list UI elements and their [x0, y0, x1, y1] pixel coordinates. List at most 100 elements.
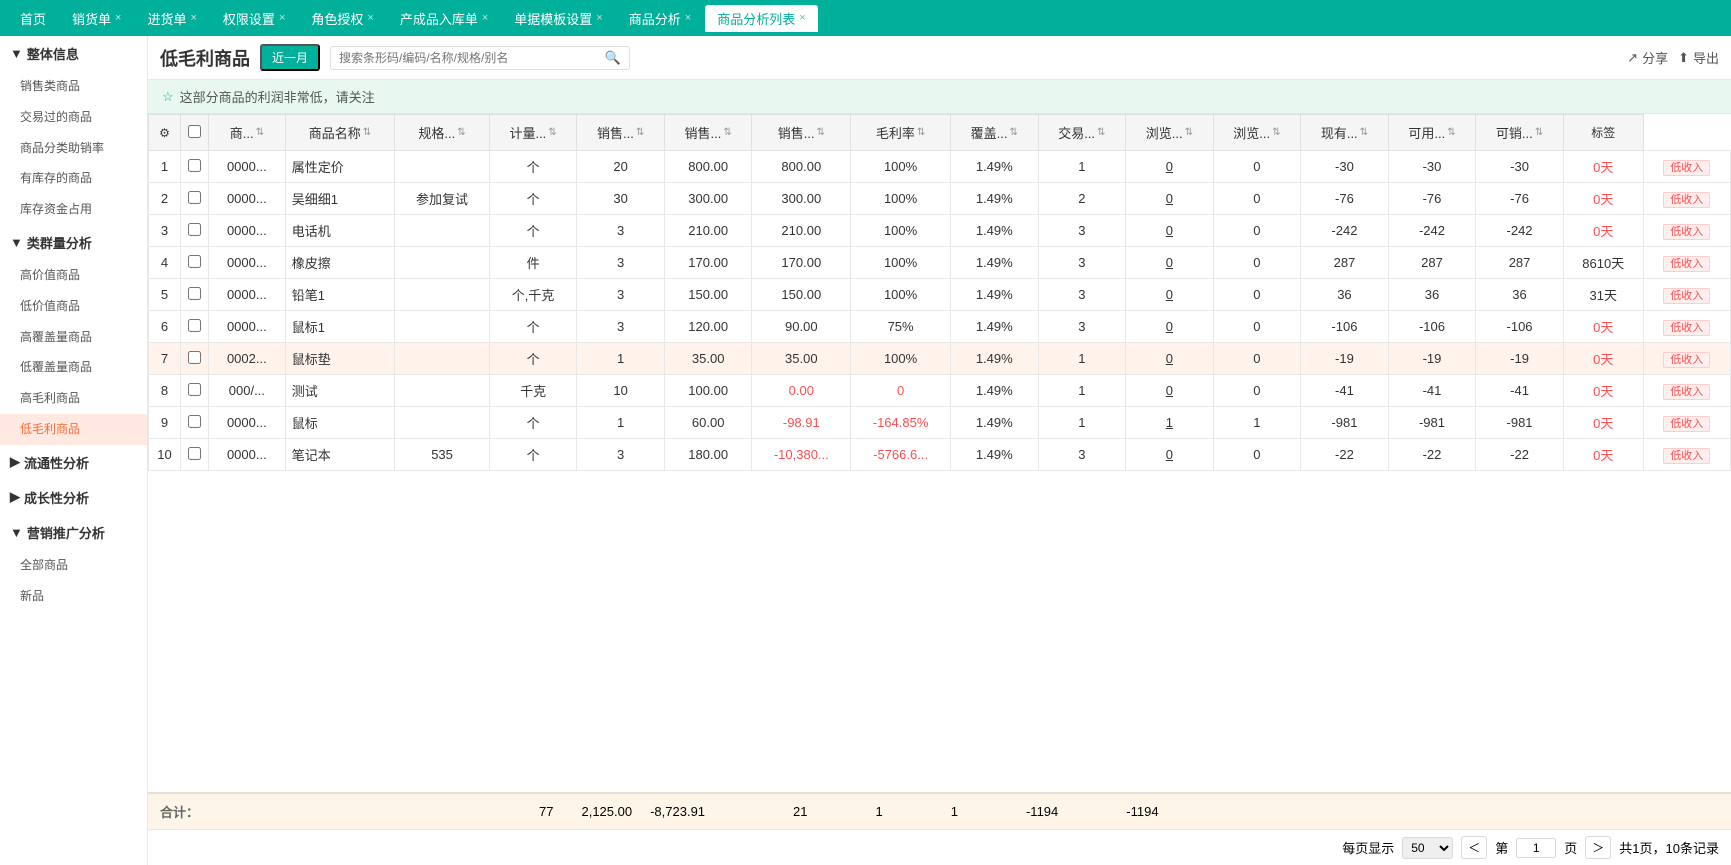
nav-close-analysis[interactable]: ×: [685, 12, 691, 24]
page-number-input[interactable]: [1516, 838, 1556, 858]
next-page-button[interactable]: ＞: [1585, 836, 1611, 859]
row-checkbox[interactable]: [181, 151, 209, 183]
per-page-select[interactable]: 50 100 200: [1402, 837, 1453, 859]
sidebar-item-low-coverage[interactable]: 低覆盖量商品: [0, 352, 147, 383]
nav-permission[interactable]: 权限设置 ×: [211, 5, 297, 32]
row-coverage: 3: [1038, 215, 1126, 247]
share-button[interactable]: ↗ 分享: [1627, 48, 1668, 67]
row-code: 0000...: [209, 151, 286, 183]
col-tag: 标签: [1563, 115, 1643, 151]
sidebar-item-high-margin[interactable]: 高毛利商品: [0, 383, 147, 414]
table-row: 4 0000... 橡皮擦 件 3 170.00 170.00 100% 1.4…: [149, 247, 1731, 279]
sidebar-item-stocked-goods[interactable]: 有库存的商品: [0, 163, 147, 194]
search-icon[interactable]: 🔍: [605, 50, 621, 66]
nav-product-in[interactable]: 产成品入库单 ×: [388, 5, 500, 32]
row-checkbox[interactable]: [181, 311, 209, 343]
row-tag: 低收入: [1643, 439, 1730, 471]
row-checkbox[interactable]: [181, 375, 209, 407]
footer-transaction: 1: [876, 804, 883, 819]
sidebar-item-high-value[interactable]: 高价值商品: [0, 260, 147, 291]
footer-saleable: -1194: [1126, 804, 1158, 819]
nav-role-auth[interactable]: 角色授权 ×: [299, 5, 385, 32]
row-available: -981: [1388, 407, 1476, 439]
row-available: -76: [1388, 183, 1476, 215]
nav-product-analysis-list[interactable]: 商品分析列表 ×: [705, 5, 817, 32]
footer-sales-amt: 2,125.00: [581, 804, 632, 819]
select-all-checkbox[interactable]: [188, 125, 201, 138]
row-name: 电话机: [285, 215, 395, 247]
row-transaction[interactable]: 1: [1126, 407, 1214, 439]
row-no: 10: [149, 439, 181, 471]
nav-close-permission[interactable]: ×: [279, 12, 285, 24]
export-button[interactable]: ⬆ 导出: [1678, 48, 1719, 67]
row-checkbox[interactable]: [181, 247, 209, 279]
sidebar-item-stock-capital[interactable]: 库存资金占用: [0, 194, 147, 225]
sidebar-item-low-margin[interactable]: 低毛利商品: [0, 414, 147, 445]
row-saleable: 36: [1476, 279, 1564, 311]
row-spec: [395, 407, 490, 439]
row-checkbox[interactable]: [181, 439, 209, 471]
row-transaction[interactable]: 0: [1126, 439, 1214, 471]
row-transaction[interactable]: 0: [1126, 183, 1214, 215]
row-name: 测试: [285, 375, 395, 407]
col-settings[interactable]: ⚙: [149, 115, 181, 151]
col-checkbox[interactable]: [181, 115, 209, 151]
row-days: 0天: [1563, 215, 1643, 247]
chevron-down-icon: ▼: [10, 46, 23, 61]
sidebar-group-marketing[interactable]: ▼ 营销推广分析: [0, 515, 147, 550]
page-title: 低毛利商品: [160, 45, 250, 71]
row-transaction[interactable]: 0: [1126, 343, 1214, 375]
nav-close-template[interactable]: ×: [596, 12, 602, 24]
nav-purchase-order[interactable]: 进货单 ×: [135, 5, 208, 32]
row-browse2: -22: [1301, 439, 1389, 471]
nav-close-analysis-list[interactable]: ×: [799, 12, 805, 24]
sidebar-group-liquidity[interactable]: ▶ 流通性分析: [0, 445, 147, 480]
row-browse1: 0: [1213, 279, 1301, 311]
row-browse2: 36: [1301, 279, 1389, 311]
sidebar-item-sales-goods[interactable]: 销售类商品: [0, 71, 147, 102]
content-area: 低毛利商品 近一月 🔍 ↗ 分享 ⬆ 导出 ☆ 这部分商品的利润非常低，请关注: [148, 36, 1731, 865]
nav-product-analysis[interactable]: 商品分析 ×: [617, 5, 703, 32]
row-transaction[interactable]: 0: [1126, 311, 1214, 343]
row-saleable: -242: [1476, 215, 1564, 247]
row-checkbox[interactable]: [181, 343, 209, 375]
nav-close-role[interactable]: ×: [367, 12, 373, 24]
nav-sales-order[interactable]: 销货单 ×: [60, 5, 133, 32]
search-box: 🔍: [330, 46, 630, 70]
row-name: 鼠标: [285, 407, 395, 439]
prev-page-button[interactable]: ＜: [1461, 836, 1487, 859]
row-checkbox[interactable]: [181, 407, 209, 439]
nav-home[interactable]: 首页: [8, 5, 58, 32]
row-transaction[interactable]: 0: [1126, 247, 1214, 279]
row-checkbox[interactable]: [181, 215, 209, 247]
row-transaction[interactable]: 0: [1126, 151, 1214, 183]
nav-close-purchase[interactable]: ×: [190, 12, 196, 24]
row-transaction[interactable]: 0: [1126, 279, 1214, 311]
sidebar-item-all-goods[interactable]: 全部商品: [0, 550, 147, 581]
row-transaction[interactable]: 0: [1126, 375, 1214, 407]
data-table: ⚙ 商...⇅ 商品名称⇅ 规格...⇅ 计量...⇅ 销售...⇅ 销售...…: [148, 114, 1731, 471]
row-checkbox[interactable]: [181, 279, 209, 311]
sidebar-item-category-sales-rate[interactable]: 商品分类助销率: [0, 133, 147, 164]
footer-browse1: 1: [951, 804, 958, 819]
nav-close-product-in[interactable]: ×: [482, 12, 488, 24]
nav-template[interactable]: 单据模板设置 ×: [502, 5, 614, 32]
row-saleable: -41: [1476, 375, 1564, 407]
sidebar-item-traded-goods[interactable]: 交易过的商品: [0, 102, 147, 133]
col-name: 商品名称⇅: [285, 115, 395, 151]
nav-close-sales[interactable]: ×: [115, 12, 121, 24]
sidebar-item-high-coverage[interactable]: 高覆盖量商品: [0, 322, 147, 353]
date-filter-button[interactable]: 近一月: [260, 44, 320, 71]
search-input[interactable]: [339, 51, 605, 65]
row-transaction[interactable]: 0: [1126, 215, 1214, 247]
row-browse2: -981: [1301, 407, 1389, 439]
row-saleable: 287: [1476, 247, 1564, 279]
sidebar-group-growth[interactable]: ▶ 成长性分析: [0, 480, 147, 515]
sidebar-item-new-goods[interactable]: 新品: [0, 581, 147, 612]
sidebar-group-overview[interactable]: ▼ 整体信息: [0, 36, 147, 71]
sidebar-group-cluster[interactable]: ▼ 类群量分析: [0, 225, 147, 260]
sidebar-item-low-value[interactable]: 低价值商品: [0, 291, 147, 322]
row-sales-cost: 35.00: [752, 343, 851, 375]
row-checkbox[interactable]: [181, 183, 209, 215]
row-tag: 低收入: [1643, 183, 1730, 215]
